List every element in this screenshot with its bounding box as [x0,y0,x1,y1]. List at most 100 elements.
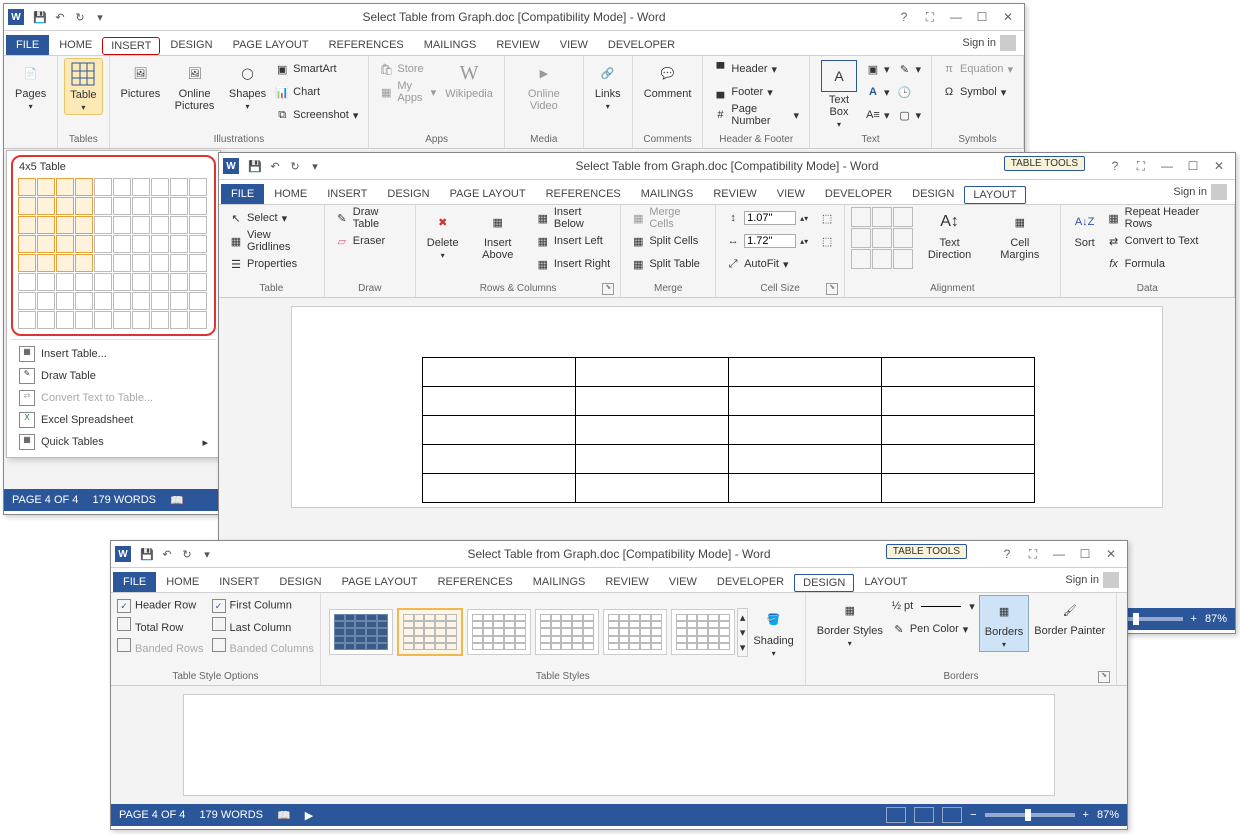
redo-icon[interactable]: ↻ [70,7,90,27]
minimize-icon[interactable]: — [1047,547,1071,561]
text-direction-button[interactable]: A↕Text Direction [913,207,986,263]
banded-cols-check[interactable]: Banded Columns [212,638,314,655]
tab-developer[interactable]: DEVELOPER [598,35,685,55]
tab-review[interactable]: REVIEW [595,572,658,592]
tab-home[interactable]: HOME [264,184,317,204]
web-layout-icon[interactable] [942,807,962,823]
insert-above-button[interactable]: ▦Insert Above [464,207,532,263]
pen-color-button[interactable]: ✎Pen Color ▾ [888,618,979,640]
tab-insert[interactable]: INSERT [102,37,160,55]
tab-design[interactable]: DESIGN [377,184,439,204]
minimize-icon[interactable]: — [1155,159,1179,173]
tab-file[interactable]: FILE [113,572,156,592]
page-indicator[interactable]: PAGE 4 OF 4 [119,809,185,821]
date-time-icon[interactable]: 🕒 [894,81,926,103]
read-mode-icon[interactable] [886,807,906,823]
tab-references[interactable]: REFERENCES [428,572,523,592]
merge-cells-button[interactable]: ▦Merge Cells [627,207,709,229]
page-number-button[interactable]: #Page Number ▾ [709,104,803,126]
border-styles-button[interactable]: ▦Border Styles▾ [812,595,888,650]
tab-developer[interactable]: DEVELOPER [707,572,794,592]
formula-button[interactable]: fxFormula [1103,253,1228,275]
maximize-icon[interactable]: ☐ [1181,159,1205,173]
myapps-button[interactable]: ▦My Apps ▾ [375,81,440,103]
banded-rows-check[interactable]: Banded Rows [117,638,204,655]
redo-icon[interactable]: ↻ [177,544,197,564]
tab-design[interactable]: DESIGN [269,572,331,592]
first-col-check[interactable]: ✓First Column [212,599,314,613]
pen-weight[interactable]: ½ pt▾ [888,595,979,617]
tab-tt-layout[interactable]: LAYOUT [964,186,1025,204]
insert-right-button[interactable]: ▦Insert Right [532,253,614,275]
zoom-value[interactable]: 87% [1097,809,1119,821]
insert-table-item[interactable]: ▦Insert Table... [11,343,216,365]
border-painter-button[interactable]: 🖌Border Painter [1029,595,1110,639]
properties-button[interactable]: ☰Properties [225,253,318,275]
cell-margins-button[interactable]: ▦Cell Margins [986,207,1054,263]
close-icon[interactable]: ✕ [1099,547,1123,561]
tab-home[interactable]: HOME [156,572,209,592]
close-icon[interactable]: ✕ [1207,159,1231,173]
text-box-button[interactable]: AText Box▾ [816,58,862,131]
zoom-out-icon[interactable]: − [970,809,976,821]
styles-more-icon[interactable]: ▴▾▾ [737,608,749,657]
proofing-icon[interactable]: 📖 [277,809,291,822]
sort-button[interactable]: A↓ZSort [1067,207,1103,251]
repeat-header-button[interactable]: ▦Repeat Header Rows [1103,207,1228,229]
zoom-in-icon[interactable]: + [1083,809,1089,821]
save-icon[interactable]: 💾 [137,544,157,564]
online-pictures-button[interactable]: 🖼Online Pictures [165,58,224,114]
height-input[interactable] [744,211,796,225]
store-button[interactable]: 🛍Store [375,58,440,80]
word-count[interactable]: 179 WORDS [92,494,156,506]
tab-review[interactable]: REVIEW [486,35,549,55]
redo-icon[interactable]: ↻ [285,156,305,176]
ribbon-opts-icon[interactable]: ⛶ [918,10,942,25]
sign-in[interactable]: Sign in [1165,180,1235,204]
tab-tt-layout[interactable]: LAYOUT [854,572,917,592]
zoom-slider[interactable] [985,813,1075,817]
tab-page-layout[interactable]: PAGE LAYOUT [332,572,428,592]
online-video-button[interactable]: ▶Online Video [511,58,577,114]
help-icon[interactable]: ? [995,547,1019,561]
tab-view[interactable]: VIEW [550,35,598,55]
zoom-in-icon[interactable]: + [1191,613,1197,625]
insert-left-button[interactable]: ▦Insert Left [532,230,614,252]
word-count[interactable]: 179 WORDS [199,809,263,821]
qat-more-icon[interactable]: ▾ [305,156,325,176]
ribbon-opts-icon[interactable]: ⛶ [1129,159,1153,174]
table-style-3[interactable] [467,609,531,655]
drop-cap-icon[interactable]: A≡▾ [862,104,894,126]
undo-icon[interactable]: ↶ [265,156,285,176]
borders-button[interactable]: ▦Borders▾ [979,595,1030,652]
draw-table-button[interactable]: ✎Draw Table [331,207,409,229]
proofing-icon[interactable]: 📖 [170,494,184,507]
save-icon[interactable]: 💾 [30,7,50,27]
pictures-button[interactable]: 🖼Pictures [116,58,166,102]
convert-to-text-button[interactable]: ⇄Convert to Text [1103,230,1228,252]
alignment-grid[interactable] [851,207,913,269]
delete-button[interactable]: ✖Delete▾ [422,207,464,262]
qat-more-icon[interactable]: ▾ [197,544,217,564]
maximize-icon[interactable]: ☐ [970,10,994,24]
quick-tables-item[interactable]: ▦Quick Tables▸ [11,431,216,453]
sign-in[interactable]: Sign in [1057,568,1127,592]
draw-table-item[interactable]: ✎Draw Table [11,365,216,387]
tab-home[interactable]: HOME [49,35,102,55]
sign-in[interactable]: Sign in [954,31,1024,55]
excel-spreadsheet-item[interactable]: XExcel Spreadsheet [11,409,216,431]
sig-line-icon[interactable]: ✎▾ [894,58,926,80]
table-size-grid[interactable] [15,175,212,332]
wikipedia-button[interactable]: WWikipedia [440,58,498,102]
table-style-6[interactable] [671,609,735,655]
tab-page-layout[interactable]: PAGE LAYOUT [440,184,536,204]
distribute-cols-icon[interactable]: ⬚ [816,230,838,252]
split-cells-button[interactable]: ▦Split Cells [627,230,709,252]
undo-icon[interactable]: ↶ [50,7,70,27]
tab-mailings[interactable]: MAILINGS [631,184,704,204]
zoom-value[interactable]: 87% [1205,613,1227,625]
comment-button[interactable]: 💬Comment [639,58,697,102]
tab-page-layout[interactable]: PAGE LAYOUT [223,35,319,55]
tab-view[interactable]: VIEW [659,572,707,592]
tab-insert[interactable]: INSERT [317,184,377,204]
